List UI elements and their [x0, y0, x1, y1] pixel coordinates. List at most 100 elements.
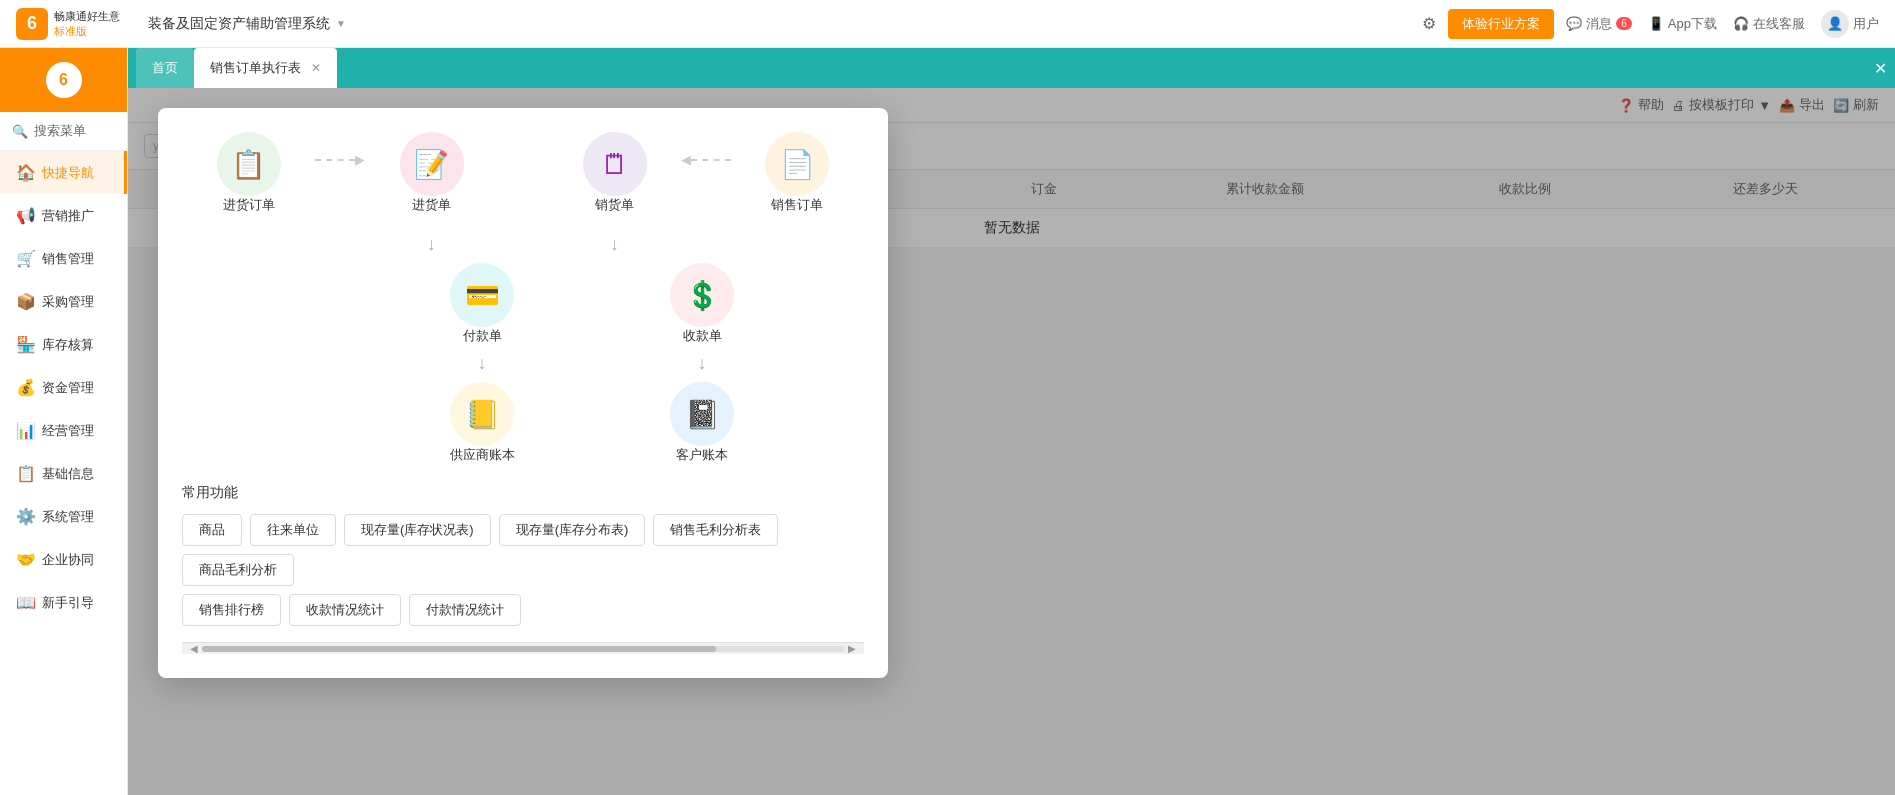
flow-node-customer-ledger: 📓 客户账本: [622, 382, 782, 464]
sidebar-item-system[interactable]: ⚙️ 系统管理: [0, 495, 127, 538]
logo-text: 畅康通好生意 标准版: [54, 9, 120, 38]
down-arrow-receipt: ↓: [622, 353, 782, 374]
func-buttons-row2: 销售排行榜 收款情况统计 付款情况统计: [182, 594, 864, 626]
logo-letter: 6: [27, 13, 37, 34]
func-btn-stock-dist[interactable]: 现存量(库存分布表): [499, 514, 646, 546]
sidebar-item-label: 快捷导航: [42, 164, 94, 182]
sidebar-item-business[interactable]: 📊 经营管理: [0, 409, 127, 452]
sidebar-item-label: 企业协同: [42, 551, 94, 569]
down-arrow-payment: ↓: [402, 353, 562, 374]
sidebar-item-purchase[interactable]: 📦 采购管理: [0, 280, 127, 323]
quick-guide-modal: 📋 进货订单 ▶ 📝 进货单: [158, 108, 888, 678]
sidebar-item-marketing[interactable]: 📢 营销推广: [0, 194, 127, 237]
finance-icon: 💰: [16, 378, 34, 397]
top-bar: 6 畅康通好生意 标准版 装备及固定资产辅助管理系统 ▼ ⚙ 体验行业方案 💬 …: [0, 0, 1895, 48]
dropdown-arrow-icon[interactable]: ▼: [336, 18, 346, 29]
online-service-btn[interactable]: 🎧 在线客服: [1733, 15, 1805, 33]
receipt-bill-icon: 💲: [670, 263, 734, 327]
top-right-actions: 💬 消息 6 📱 App下载 🎧 在线客服 👤 用户: [1566, 10, 1879, 38]
sidebar-item-guide[interactable]: 📖 新手引导: [0, 581, 127, 624]
func-btn-product-margin[interactable]: 商品毛利分析: [182, 554, 294, 586]
user-btn[interactable]: 👤 用户: [1821, 10, 1879, 38]
flow-node-receipt-bill: 💲 收款单: [622, 263, 782, 345]
purchase-order-label: 进货订单: [223, 196, 275, 214]
headset-icon: 🎧: [1733, 16, 1749, 31]
flow-node-sales-bill: 🗒 销货单: [548, 132, 681, 214]
sidebar-item-label: 新手引导: [42, 594, 94, 612]
sales-bill-label: 销货单: [595, 196, 634, 214]
sidebar-item-enterprise[interactable]: 🤝 企业协同: [0, 538, 127, 581]
modal-overlay: 📋 进货订单 ▶ 📝 进货单: [128, 88, 1895, 795]
func-btn-sales-rank[interactable]: 销售排行榜: [182, 594, 281, 626]
sidebar-logo-img: 6: [46, 62, 82, 98]
system-title: 装备及固定资产辅助管理系统 ▼: [148, 15, 1410, 33]
sidebar-item-basic-info[interactable]: 📋 基础信息: [0, 452, 127, 495]
sidebar-item-label: 经营管理: [42, 422, 94, 440]
sidebar-item-quick-nav[interactable]: 🏠 快捷导航: [0, 151, 127, 194]
scroll-left-icon[interactable]: ◀: [190, 643, 198, 654]
sidebar-item-label: 基础信息: [42, 465, 94, 483]
sidebar-logo: 6: [0, 48, 127, 112]
scroll-right-icon[interactable]: ▶: [848, 643, 856, 654]
flow-down-arrows-1: ↓ ↓: [182, 230, 864, 259]
sidebar-item-label: 销售管理: [42, 250, 94, 268]
app-download-btn[interactable]: 📱 App下载: [1648, 15, 1717, 33]
func-btn-sales-margin[interactable]: 销售毛利分析表: [653, 514, 778, 546]
logo-icon: 6: [16, 8, 48, 40]
home-icon: 🏠: [16, 163, 34, 182]
sidebar-item-finance[interactable]: 💰 资金管理: [0, 366, 127, 409]
common-func-title: 常用功能: [182, 484, 864, 502]
modal-scrollbar[interactable]: ◀ ▶: [182, 642, 864, 654]
receipt-bill-label: 收款单: [683, 327, 722, 345]
down-arrow-purchase: ↓: [365, 234, 498, 255]
trial-button[interactable]: 体验行业方案: [1448, 9, 1554, 39]
system-icon: ⚙️: [16, 507, 34, 526]
supplier-ledger-label: 供应商账本: [450, 446, 515, 464]
tab-sales-order-exec[interactable]: 销售订单执行表 ✕: [194, 48, 337, 88]
guide-icon: 📖: [16, 593, 34, 612]
func-btn-partner[interactable]: 往来单位: [250, 514, 336, 546]
tab-home[interactable]: 首页: [136, 48, 194, 88]
search-menu-btn[interactable]: 🔍 搜索菜单: [0, 112, 127, 151]
func-btn-product[interactable]: 商品: [182, 514, 242, 546]
enterprise-icon: 🤝: [16, 550, 34, 569]
flow-node-purchase-bill: 📝 进货单: [365, 132, 498, 214]
sidebar-item-label: 系统管理: [42, 508, 94, 526]
purchase-order-icon: 📋: [217, 132, 281, 196]
func-buttons-container: 商品 往来单位 现存量(库存状况表) 现存量(库存分布表) 销售毛利分析表 商品…: [182, 514, 864, 586]
tab-close-icon[interactable]: ✕: [311, 61, 321, 75]
sidebar: 6 🔍 搜索菜单 🏠 快捷导航 📢 营销推广 🛒 销售管理 📦 采购管理: [0, 48, 128, 795]
func-btn-stock-status[interactable]: 现存量(库存状况表): [344, 514, 491, 546]
tab-bar-close-icon[interactable]: ✕: [1874, 59, 1887, 78]
sales-icon: 🛒: [16, 249, 34, 268]
content-body: ❓ 帮助 🖨 按模板打印 ▼ 📤 导出 🔄: [128, 88, 1895, 795]
func-btn-receipt-stat[interactable]: 收款情况统计: [289, 594, 401, 626]
sales-order-icon: 📄: [765, 132, 829, 196]
func-btn-payment-stat[interactable]: 付款情况统计: [409, 594, 521, 626]
sidebar-item-label: 采购管理: [42, 293, 94, 311]
purchase-icon: 📦: [16, 292, 34, 311]
arrow-right-1: ▶: [315, 152, 365, 167]
sales-order-label: 销售订单: [771, 196, 823, 214]
payment-bill-icon: 💳: [450, 263, 514, 327]
sales-bill-icon: 🗒: [583, 132, 647, 196]
app-download-icon: 📱: [1648, 16, 1664, 31]
sidebar-item-label: 营销推广: [42, 207, 94, 225]
sidebar-item-inventory[interactable]: 🏪 库存核算: [0, 323, 127, 366]
purchase-bill-icon: 📝: [400, 132, 464, 196]
inventory-icon: 🏪: [16, 335, 34, 354]
customer-ledger-label: 客户账本: [676, 446, 728, 464]
sidebar-item-sales[interactable]: 🛒 销售管理: [0, 237, 127, 280]
scroll-thumb: [202, 646, 716, 652]
system-title-text: 装备及固定资产辅助管理系统: [148, 15, 330, 33]
message-btn[interactable]: 💬 消息 6: [1566, 15, 1632, 33]
tab-bar: 首页 销售订单执行表 ✕ ✕: [128, 48, 1895, 88]
flow-down-arrows-2: ↓ ↓: [182, 349, 864, 378]
flow-node-supplier-ledger: 📒 供应商账本: [402, 382, 562, 464]
settings-icon[interactable]: ⚙: [1422, 14, 1436, 33]
logo-area: 6 畅康通好生意 标准版: [16, 8, 136, 40]
flow-row-3: 📒 供应商账本 📓 客户账本: [182, 382, 864, 464]
purchase-bill-label: 进货单: [412, 196, 451, 214]
basic-info-icon: 📋: [16, 464, 34, 483]
message-badge: 6: [1616, 17, 1632, 30]
